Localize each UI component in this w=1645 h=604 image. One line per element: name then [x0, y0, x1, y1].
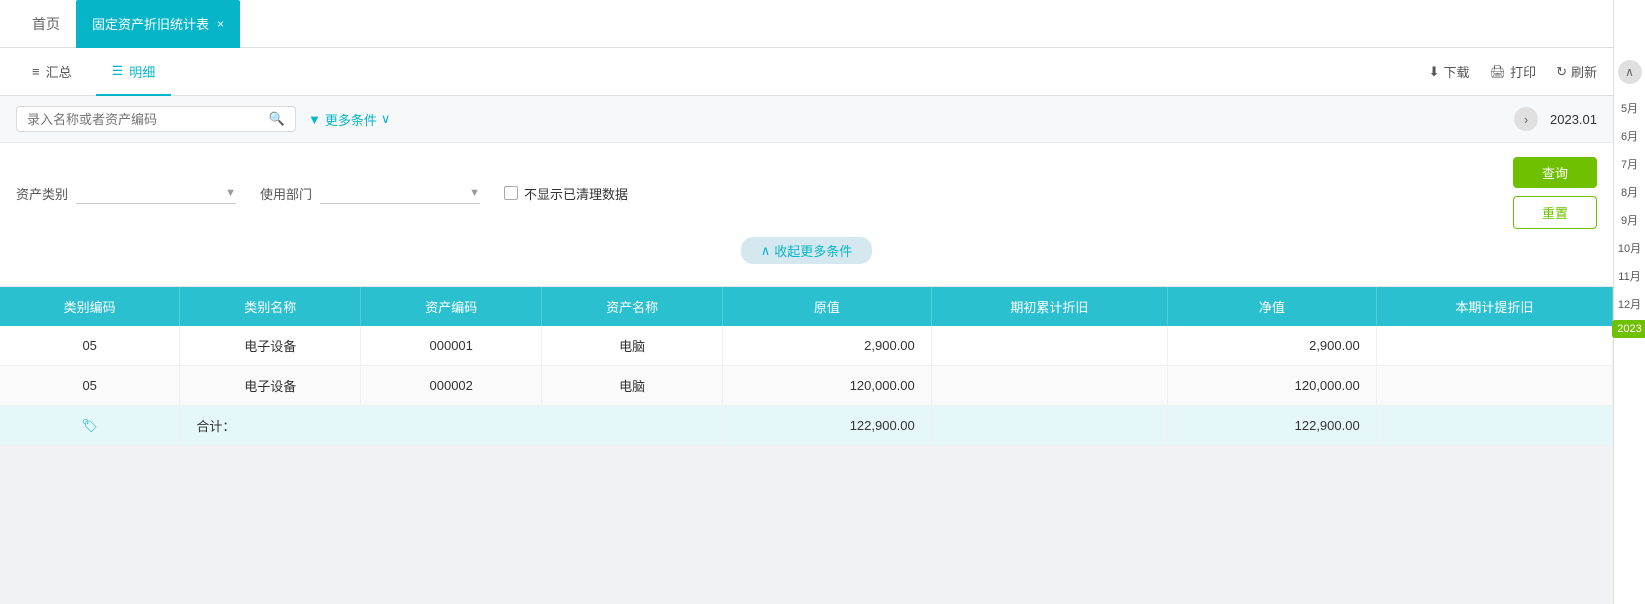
total-accumulated-depreciation	[931, 406, 1167, 446]
expand-panel-button[interactable]: ›	[1514, 107, 1538, 131]
month-5[interactable]: 5月	[1621, 96, 1638, 120]
cell-net-value: 2,900.00	[1168, 326, 1377, 366]
home-nav[interactable]: 首页	[16, 14, 76, 34]
collapse-label: 收起更多条件	[774, 241, 852, 260]
asset-type-filter: 资产类别 ▼	[16, 183, 236, 204]
total-net-value: 122,900.00	[1168, 406, 1377, 446]
table-header-row: 类别编码 类别名称 资产编码 资产名称 原值 期初累计折旧 净值 本期计提折旧	[0, 287, 1613, 326]
hide-cleared-label: 不显示已清理数据	[524, 184, 628, 203]
sub-tab-bar: ≡ 汇总 ☰ 明细 ⬇ 下载 🖨 打印 ↻ 刷新	[0, 48, 1613, 96]
month-11[interactable]: 11月	[1618, 264, 1640, 288]
col-net-value: 净值	[1168, 287, 1377, 326]
scroll-up-button[interactable]: ∧	[1618, 60, 1642, 84]
col-category-code: 类别编码	[0, 287, 180, 326]
filter-area: 资产类别 ▼ 使用部门 ▼ 不显示已清理数据	[0, 143, 1613, 287]
period-label: 2023.01	[1550, 112, 1597, 127]
cell-accumulated-depreciation	[931, 366, 1167, 406]
chevron-up-icon: ∧	[761, 243, 771, 259]
col-accumulated-depreciation: 期初累计折旧	[931, 287, 1167, 326]
cell-asset-name: 电脑	[542, 326, 723, 366]
col-asset-code: 资产编码	[361, 287, 542, 326]
cell-net-value: 120,000.00	[1168, 366, 1377, 406]
cell-category-code: 05	[0, 366, 180, 406]
department-filter: 使用部门 ▼	[260, 183, 480, 204]
col-asset-name: 资产名称	[542, 287, 723, 326]
table-total-row: 🏷 合计： 122,900.00 122,900.00	[0, 406, 1613, 446]
toolbar-actions: ⬇ 下载 🖨 打印 ↻ 刷新	[1429, 62, 1597, 81]
month-8[interactable]: 8月	[1621, 180, 1638, 204]
download-icon: ⬇	[1429, 64, 1440, 80]
collapse-more-conditions-button[interactable]: ∧ 收起更多条件	[741, 237, 873, 264]
filter-action-buttons: 查询 重置	[1513, 157, 1597, 229]
department-label: 使用部门	[260, 184, 312, 203]
more-conditions-label: 更多条件	[325, 110, 377, 129]
right-sidebar: ∧ 5月 6月 7月 8月 9月 10月 11月 12月 2023	[1613, 0, 1645, 604]
month-9[interactable]: 9月	[1621, 208, 1638, 232]
print-label: 打印	[1510, 62, 1536, 81]
tab-summary[interactable]: ≡ 汇总	[16, 48, 88, 96]
cell-category-code: 05	[0, 326, 180, 366]
month-7[interactable]: 7月	[1621, 152, 1638, 176]
download-button[interactable]: ⬇ 下载	[1429, 62, 1470, 81]
department-select[interactable]: ▼	[320, 183, 480, 204]
asset-type-select[interactable]: ▼	[76, 183, 236, 204]
query-button[interactable]: 查询	[1513, 157, 1597, 188]
col-current-depreciation: 本期计提折旧	[1376, 287, 1612, 326]
cell-asset-code: 000002	[361, 366, 542, 406]
tab-label: 固定资产折旧统计表	[92, 14, 209, 33]
cell-accumulated-depreciation	[931, 326, 1167, 366]
year-2023[interactable]: 2023	[1612, 320, 1645, 338]
summary-icon: ≡	[32, 64, 40, 79]
total-current-depreciation	[1376, 406, 1612, 446]
summary-label: 汇总	[46, 62, 72, 81]
table-row: 05 电子设备 000002 电脑 120,000.00 120,000.00	[0, 366, 1613, 406]
print-button[interactable]: 🖨 打印	[1490, 62, 1537, 81]
refresh-icon: ↻	[1556, 64, 1567, 80]
cell-category-name: 电子设备	[180, 326, 361, 366]
total-icon: 🏷	[0, 406, 180, 446]
asset-type-arrow-icon: ▼	[225, 187, 236, 199]
asset-type-label: 资产类别	[16, 184, 68, 203]
month-12[interactable]: 12月	[1618, 292, 1641, 316]
table-row: 05 电子设备 000001 电脑 2,900.00 2,900.00	[0, 326, 1613, 366]
cell-asset-code: 000001	[361, 326, 542, 366]
fixed-assets-tab[interactable]: 固定资产折旧统计表 ×	[76, 0, 240, 48]
month-6[interactable]: 6月	[1621, 124, 1638, 148]
cell-asset-name: 电脑	[542, 366, 723, 406]
total-original-value: 122,900.00	[723, 406, 932, 446]
detail-label: 明细	[129, 62, 155, 81]
refresh-button[interactable]: ↻ 刷新	[1556, 62, 1597, 81]
search-input-wrap: 🔍	[16, 106, 296, 132]
col-category-name: 类别名称	[180, 287, 361, 326]
data-table-wrap: 类别编码 类别名称 资产编码 资产名称 原值 期初累计折旧 净值 本期计提折旧 …	[0, 287, 1613, 446]
hide-cleared-checkbox[interactable]: 不显示已清理数据	[504, 184, 628, 203]
close-tab-icon[interactable]: ×	[217, 17, 224, 31]
cell-original-value: 2,900.00	[723, 326, 932, 366]
cell-current-depreciation	[1376, 366, 1612, 406]
chevron-down-icon: ∨	[381, 111, 391, 127]
cell-original-value: 120,000.00	[723, 366, 932, 406]
search-bar: 🔍 ▼ 更多条件 ∨ › 2023.01	[0, 96, 1613, 143]
cell-category-name: 电子设备	[180, 366, 361, 406]
search-input[interactable]	[27, 112, 261, 127]
search-icon: 🔍	[269, 111, 285, 127]
refresh-label: 刷新	[1571, 62, 1597, 81]
more-conditions-button[interactable]: ▼ 更多条件 ∨	[308, 110, 390, 129]
reset-button[interactable]: 重置	[1513, 196, 1597, 229]
cell-current-depreciation	[1376, 326, 1612, 366]
checkbox-box	[504, 186, 518, 200]
department-arrow-icon: ▼	[469, 187, 480, 199]
filter-icon: ▼	[308, 112, 321, 127]
download-label: 下载	[1444, 62, 1470, 81]
total-label: 合计：	[180, 406, 723, 446]
month-10[interactable]: 10月	[1618, 236, 1641, 260]
print-icon: 🖨	[1490, 64, 1507, 80]
collapse-button-wrap: ∧ 收起更多条件	[16, 229, 1597, 272]
tab-detail[interactable]: ☰ 明细	[96, 48, 172, 96]
detail-icon: ☰	[112, 63, 124, 79]
col-original-value: 原值	[723, 287, 932, 326]
data-table: 类别编码 类别名称 资产编码 资产名称 原值 期初累计折旧 净值 本期计提折旧 …	[0, 287, 1613, 446]
